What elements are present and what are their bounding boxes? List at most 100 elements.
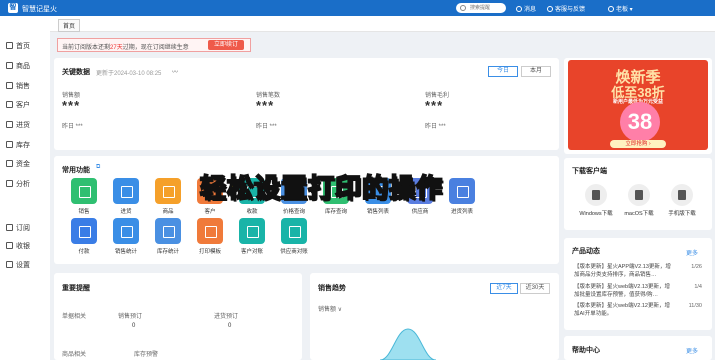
function-12[interactable]: 库存统计	[146, 218, 190, 255]
metric-value: ***	[425, 98, 444, 113]
metric-yesterday: 昨日 ***	[256, 124, 277, 130]
function-label: 库存查询	[324, 209, 347, 215]
box-icon	[6, 62, 13, 69]
metric-yesterday: 昨日 ***	[62, 124, 83, 130]
reminder-value: 0	[228, 323, 232, 329]
function-icon	[71, 218, 97, 244]
headset-icon	[547, 6, 553, 12]
function-label: 付款	[78, 249, 90, 255]
function-label: 客户	[204, 209, 216, 215]
sidebar-item-customers[interactable]: 客户	[6, 100, 30, 110]
user-icon	[6, 101, 13, 108]
function-0[interactable]: 销售	[62, 178, 106, 215]
top-bar: 智 智慧记星火 消息 客服与反馈 老板 ▾	[0, 0, 715, 16]
function-icon	[449, 178, 475, 204]
chart-icon	[6, 180, 13, 187]
gear-icon	[6, 261, 13, 268]
sidebar-item-inventory[interactable]: 库存	[6, 140, 30, 150]
news-item[interactable]: 【版本更新】星火web端V2.12更新，增加AI开单功能。 11/30	[574, 303, 702, 318]
sidebar-item-funds[interactable]: 资金	[6, 159, 30, 169]
sidebar-item-goods[interactable]: 商品	[6, 61, 30, 71]
reminder-value: 0	[132, 323, 136, 329]
function-icon	[113, 178, 139, 204]
download-card: 下载客户端 Windows下载 macOS下载 手机版下载	[564, 158, 712, 230]
metric-value: ***	[62, 98, 81, 113]
function-label: 商品	[162, 209, 174, 215]
reminder-item[interactable]: 进货预订	[214, 311, 238, 320]
function-2[interactable]: 商品	[146, 178, 190, 215]
windows-icon	[585, 184, 607, 206]
user-menu[interactable]: 老板 ▾	[608, 4, 633, 13]
function-label: 价格查询	[282, 209, 305, 215]
tab-home[interactable]: 首页	[58, 19, 81, 32]
reminder-card: 重要提醒 单据相关 销售预订 0 进货预订 0 商品相关 库存预警	[54, 273, 302, 360]
reminder-item[interactable]: 销售预订	[118, 311, 142, 320]
sidebar-item-settings[interactable]: 设置	[6, 260, 30, 270]
sidebar-item-analysis[interactable]: 分析	[6, 179, 30, 189]
help-more-link[interactable]: 更多	[686, 346, 698, 355]
windows-download[interactable]: Windows下载	[576, 184, 616, 217]
function-label: 供应商	[411, 209, 429, 215]
function-label: 库存统计	[156, 249, 179, 255]
promo-banner[interactable]: 焕新季 低至38折 新用户最低为万元受益 38 立即抢购 ›	[568, 60, 708, 150]
metric-yesterday: 昨日 ***	[425, 124, 446, 130]
service-button[interactable]: 客服与反馈	[547, 4, 585, 13]
eye-icon[interactable]: 〰	[172, 67, 178, 76]
range-today[interactable]: 今日	[488, 66, 518, 77]
function-label: 进货列表	[450, 209, 473, 215]
function-1[interactable]: 进货	[104, 178, 148, 215]
function-13[interactable]: 打印模板	[188, 218, 232, 255]
app-logo: 智	[8, 3, 18, 13]
cart-icon	[6, 82, 13, 89]
function-icon	[155, 218, 181, 244]
renew-button[interactable]: 立即续订	[208, 40, 244, 50]
news-title: 产品动态	[572, 248, 600, 255]
cashier-icon	[6, 242, 13, 249]
apple-icon	[628, 184, 650, 206]
function-label: 打印模板	[198, 249, 221, 255]
macos-download[interactable]: macOS下载	[619, 184, 659, 217]
sidebar-item-home[interactable]: 首页	[6, 41, 30, 51]
sidebar-item-cashier[interactable]: 收银	[6, 241, 30, 251]
edit-icon[interactable]: ⧉	[96, 164, 100, 171]
reminder-item[interactable]: 库存预警	[134, 349, 158, 358]
function-10[interactable]: 付款	[62, 218, 106, 255]
function-14[interactable]: 客户对账	[230, 218, 274, 255]
function-icon	[155, 178, 181, 204]
search-icon	[460, 5, 466, 11]
warehouse-icon	[6, 141, 13, 148]
help-title: 帮助中心	[572, 347, 600, 354]
function-icon	[113, 218, 139, 244]
function-9[interactable]: 进货列表	[440, 178, 484, 215]
days-remaining: 27天	[110, 45, 123, 51]
bell-icon	[516, 6, 522, 12]
news-more-link[interactable]: 更多	[686, 248, 698, 257]
metric-value: ***	[256, 98, 275, 113]
reminder-item[interactable]: 商品相关	[62, 349, 86, 358]
function-icon	[281, 218, 307, 244]
news-item[interactable]: 【版本更新】星火APP端V2.13更新，增加商品分类支持排序，商品销售… 1/26	[574, 264, 702, 279]
function-11[interactable]: 销售统计	[104, 218, 148, 255]
function-15[interactable]: 供应商对账	[272, 218, 316, 255]
function-icon	[71, 178, 97, 204]
buy-now-button[interactable]: 立即抢购 ›	[610, 140, 666, 148]
function-label: 进货	[120, 209, 132, 215]
news-item[interactable]: 【版本更新】星火web端V2.13更新，增加批量设置库存预警，值获得/购… 1/4	[574, 284, 702, 299]
sidebar-item-subscribe[interactable]: 订阅	[6, 223, 30, 233]
truck-icon	[6, 121, 13, 128]
app-name: 智慧记星火	[22, 6, 57, 13]
sidebar-item-sales[interactable]: 销售	[6, 81, 30, 91]
subscribe-icon	[6, 224, 13, 231]
key-data-card: 关键数据 更新于2024-03-10 08:25 〰 今日 本月 销售额 ***…	[54, 58, 559, 150]
function-label: 供应商对账	[280, 249, 308, 255]
reminder-title: 重要提醒	[62, 285, 90, 292]
reminder-item[interactable]: 单据相关	[62, 311, 86, 320]
sidebar-item-purchase[interactable]: 进货	[6, 120, 30, 130]
range-month[interactable]: 本月	[521, 66, 551, 77]
function-label: 销售列表	[366, 209, 389, 215]
caption-overlay: 轻松设置打印的操作	[199, 172, 444, 204]
sales-trend-card: 销售趋势 近7天 近30天 销售额 ∨	[310, 273, 559, 360]
messages-button[interactable]: 消息	[516, 4, 536, 13]
mobile-download[interactable]: 手机版下载	[662, 184, 702, 217]
function-label: 客户对账	[240, 249, 263, 255]
